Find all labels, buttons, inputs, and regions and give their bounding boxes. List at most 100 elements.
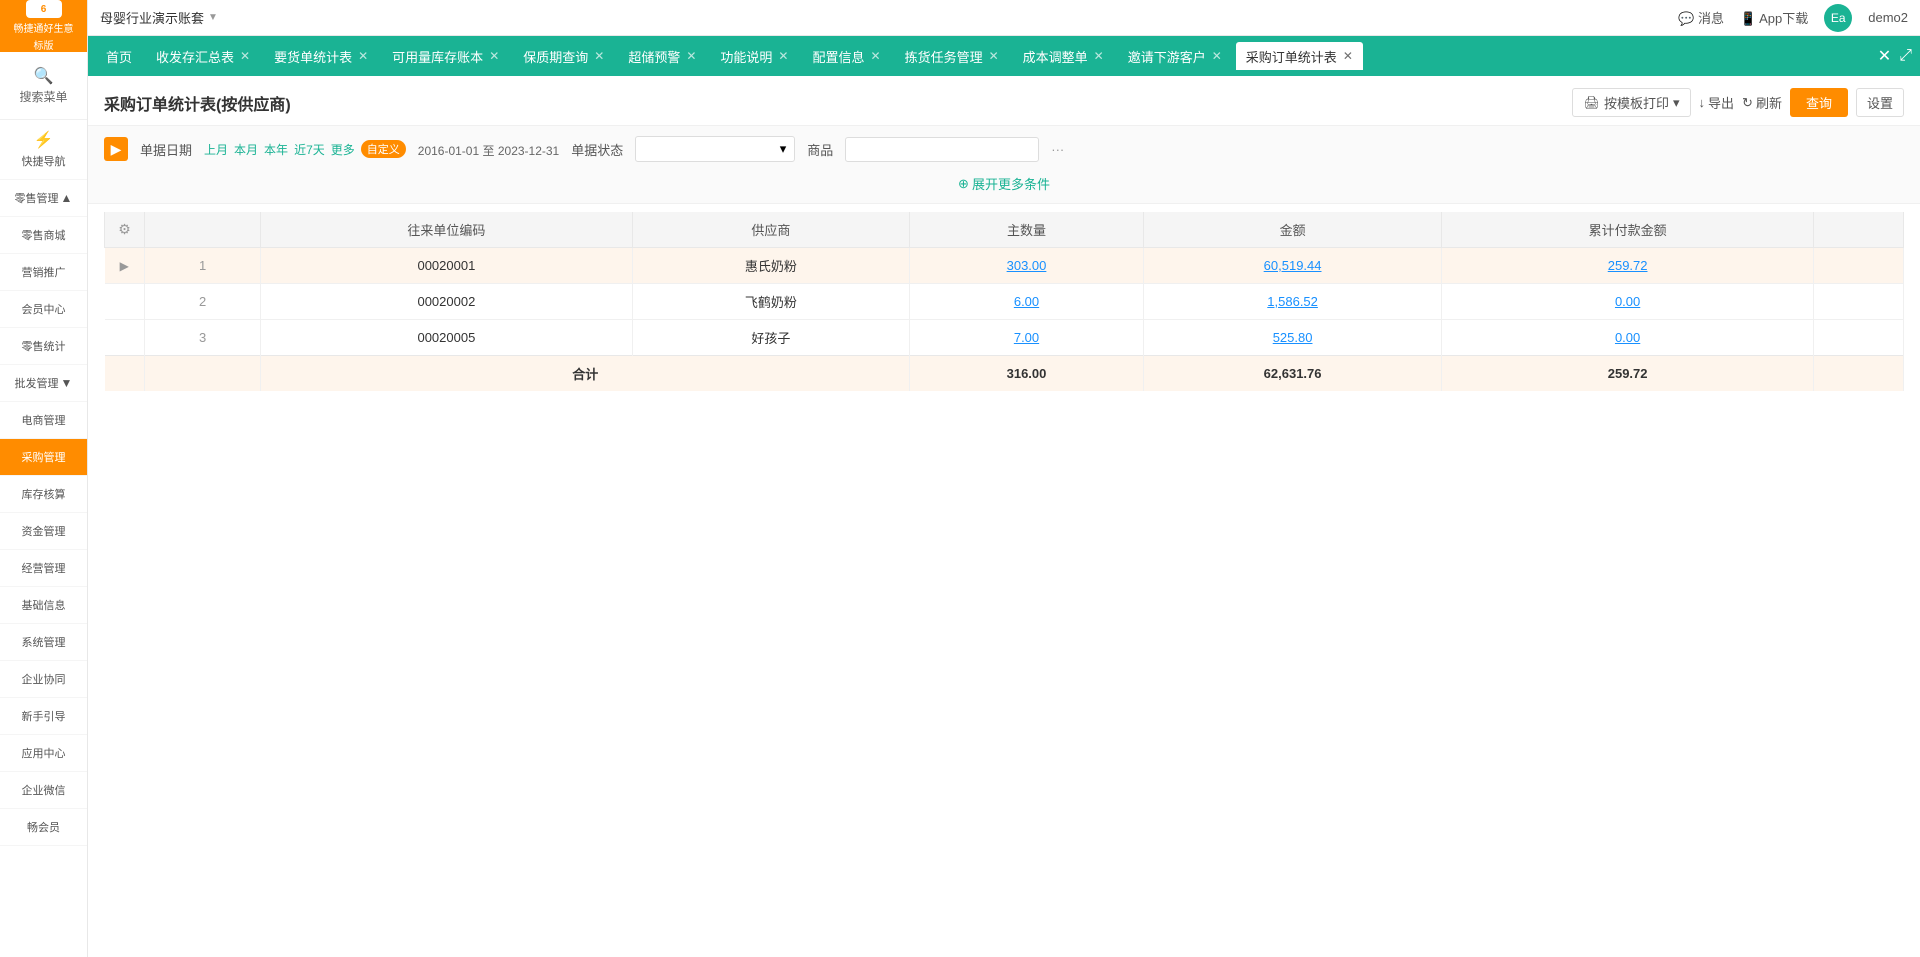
tab-close-icon[interactable]: ✕ (358, 49, 368, 63)
print-button[interactable]: 🖨 按模板打印 ▾ (1572, 88, 1690, 117)
row-paid-amount[interactable]: 259.72 (1442, 248, 1813, 284)
status-filter-label: 单据状态 (571, 140, 623, 159)
tab-close-icon[interactable]: ✕ (1212, 49, 1222, 63)
settings-button[interactable]: 设置 (1856, 88, 1904, 117)
tab-close-icon[interactable]: ✕ (489, 49, 499, 63)
search-menu-button[interactable]: 🔍 搜索菜单 (6, 60, 81, 111)
row-amount[interactable]: 1,586.52 (1143, 284, 1442, 320)
sidebar-item-ops-mgmt[interactable]: 经营管理 (0, 550, 87, 587)
query-button[interactable]: 查询 (1790, 88, 1848, 117)
tab-over-stock[interactable]: 超储预警 ✕ (618, 42, 706, 70)
row-main-qty[interactable]: 303.00 (910, 248, 1144, 284)
tab-close-icon[interactable]: ✕ (989, 49, 999, 63)
export-icon: ↓ (1699, 95, 1706, 110)
row-paid-amount[interactable]: 0.00 (1442, 284, 1813, 320)
tab-receive-summary[interactable]: 收发存汇总表 ✕ (146, 42, 260, 70)
row-expand[interactable] (105, 284, 145, 320)
tab-purchase-order-stats[interactable]: 采购订单统计表 ✕ (1236, 42, 1363, 70)
sidebar-item-enterprise-collab[interactable]: 企业协同 (0, 661, 87, 698)
expand-icon: ⊕ (958, 176, 969, 192)
tab-close-icon[interactable]: ✕ (871, 49, 881, 63)
tab-func-desc[interactable]: 功能说明 ✕ (710, 42, 798, 70)
page-title: 采购订单统计表(按供应商) (104, 91, 291, 115)
tab-purchase-stats[interactable]: 要货单统计表 ✕ (264, 42, 378, 70)
expand-more-button[interactable]: ⊕ 展开更多条件 (958, 168, 1050, 193)
sidebar-item-finance-mgmt[interactable]: 资金管理 (0, 513, 87, 550)
shortcut-more[interactable]: 更多 (331, 141, 355, 158)
main-area: 母婴行业演示账套 ▼ 💬 消息 📱 App下载 Ea demo2 首页 收发存汇… (88, 0, 1920, 957)
shortcut-this-year[interactable]: 本年 (264, 141, 288, 158)
shortcut-last-7-days[interactable]: 近7天 (294, 141, 325, 158)
row-main-qty[interactable]: 6.00 (910, 284, 1144, 320)
col-unit-code: 往来单位编码 (261, 212, 632, 248)
sidebar-item-quick-nav[interactable]: ⚡ 快捷导航 (0, 120, 87, 180)
download-icon: 📱 (1740, 11, 1756, 26)
shortcut-this-month[interactable]: 本月 (234, 141, 258, 158)
sidebar-item-basic-info[interactable]: 基础信息 (0, 587, 87, 624)
sidebar-item-inventory-check[interactable]: 库存核算 (0, 476, 87, 513)
message-link[interactable]: 💬 消息 (1678, 8, 1724, 27)
window-maximize-button[interactable]: ⤢ (1899, 47, 1912, 65)
tab-close-icon[interactable]: ✕ (1343, 49, 1353, 63)
column-settings-icon[interactable]: ⚙ (118, 221, 131, 237)
sidebar-item-retail-mall[interactable]: 零售商城 (0, 217, 87, 254)
date-shortcuts: 上月 本月 本年 近7天 更多 自定义 (204, 140, 406, 158)
filter-toggle-button[interactable]: ▶ (104, 137, 128, 161)
user-avatar[interactable]: Ea (1824, 4, 1852, 32)
sidebar-item-member-center[interactable]: 会员中心 (0, 291, 87, 328)
col-amount: 金额 (1143, 212, 1442, 248)
row-amount[interactable]: 525.80 (1143, 320, 1442, 356)
workspace-right: 💬 消息 📱 App下载 Ea demo2 (1678, 4, 1908, 32)
workspace-name[interactable]: 母婴行业演示账套 ▼ (100, 8, 218, 27)
table-row: ▶ 1 00020001 惠氏奶粉 303.00 60,519.44 259.7… (105, 248, 1904, 284)
sidebar-item-purchase-mgmt[interactable]: 采购管理 (0, 439, 87, 476)
sidebar-item-system-mgmt[interactable]: 系统管理 (0, 624, 87, 661)
sidebar-item-ecommerce-mgmt[interactable]: 电商管理 (0, 402, 87, 439)
sidebar-item-new-guide[interactable]: 新手引导 (0, 698, 87, 735)
table-body: ▶ 1 00020001 惠氏奶粉 303.00 60,519.44 259.7… (105, 248, 1904, 356)
row-main-qty[interactable]: 7.00 (910, 320, 1144, 356)
workspace-bar: 母婴行业演示账套 ▼ 💬 消息 📱 App下载 Ea demo2 (88, 0, 1920, 36)
tab-cost-adjust[interactable]: 成本调整单 ✕ (1013, 42, 1114, 70)
sidebar-item-enterprise-wechat[interactable]: 企业微信 (0, 772, 87, 809)
sidebar-item-marketing[interactable]: 营销推广 (0, 254, 87, 291)
tab-config-info[interactable]: 配置信息 ✕ (802, 42, 890, 70)
tab-invite-downstream[interactable]: 邀请下游客户 ✕ (1118, 42, 1232, 70)
sidebar-item-plus-member[interactable]: 畅会员 (0, 809, 87, 846)
tab-home[interactable]: 首页 (96, 42, 142, 70)
row-spacer (1813, 284, 1903, 320)
date-range-display: 2016-01-01 至 2023-12-31 (418, 139, 559, 159)
sidebar-item-wholesale-mgmt[interactable]: 批发管理 ▼ (0, 365, 87, 402)
goods-input[interactable] (845, 137, 1039, 162)
footer-spacer1 (105, 356, 145, 392)
tab-close-icon[interactable]: ✕ (686, 49, 696, 63)
goods-more-icon[interactable]: ··· (1051, 142, 1064, 157)
sidebar-item-app-center[interactable]: 应用中心 (0, 735, 87, 772)
row-expand[interactable] (105, 320, 145, 356)
row-amount[interactable]: 60,519.44 (1143, 248, 1442, 284)
refresh-button[interactable]: ↻ 刷新 (1742, 93, 1782, 112)
tab-available-inventory[interactable]: 可用量库存账本 ✕ (382, 42, 509, 70)
status-select[interactable]: ▾ (635, 136, 795, 162)
row-paid-amount[interactable]: 0.00 (1442, 320, 1813, 356)
app-download-link[interactable]: 📱 App下载 (1740, 8, 1808, 27)
col-paid-amount: 累计付款金额 (1442, 212, 1813, 248)
shortcut-last-month[interactable]: 上月 (204, 141, 228, 158)
tab-close-icon[interactable]: ✕ (1094, 49, 1104, 63)
tab-close-icon[interactable]: ✕ (778, 49, 788, 63)
sidebar-item-retail-mgmt[interactable]: 零售管理 ▲ (0, 180, 87, 217)
tab-close-icon[interactable]: ✕ (594, 49, 604, 63)
expand-row-icon[interactable]: ▶ (120, 259, 129, 273)
tab-expiry-query[interactable]: 保质期查询 ✕ (513, 42, 614, 70)
row-spacer (1813, 248, 1903, 284)
table-area: ⚙ 往来单位编码 供应商 主数量 金额 累计付款金额 ▶ 1 (88, 204, 1920, 957)
tab-close-icon[interactable]: ✕ (240, 49, 250, 63)
tab-pick-task[interactable]: 拣货任务管理 ✕ (895, 42, 1009, 70)
row-expand[interactable]: ▶ (105, 248, 145, 284)
row-unit-code: 00020002 (261, 284, 632, 320)
sidebar-item-retail-stats[interactable]: 零售统计 (0, 328, 87, 365)
table-row: 2 00020002 飞鹤奶粉 6.00 1,586.52 0.00 (105, 284, 1904, 320)
export-button[interactable]: ↓ 导出 (1699, 93, 1735, 112)
col-settings[interactable]: ⚙ (105, 212, 145, 248)
window-close-button[interactable]: ✕ (1878, 46, 1891, 66)
